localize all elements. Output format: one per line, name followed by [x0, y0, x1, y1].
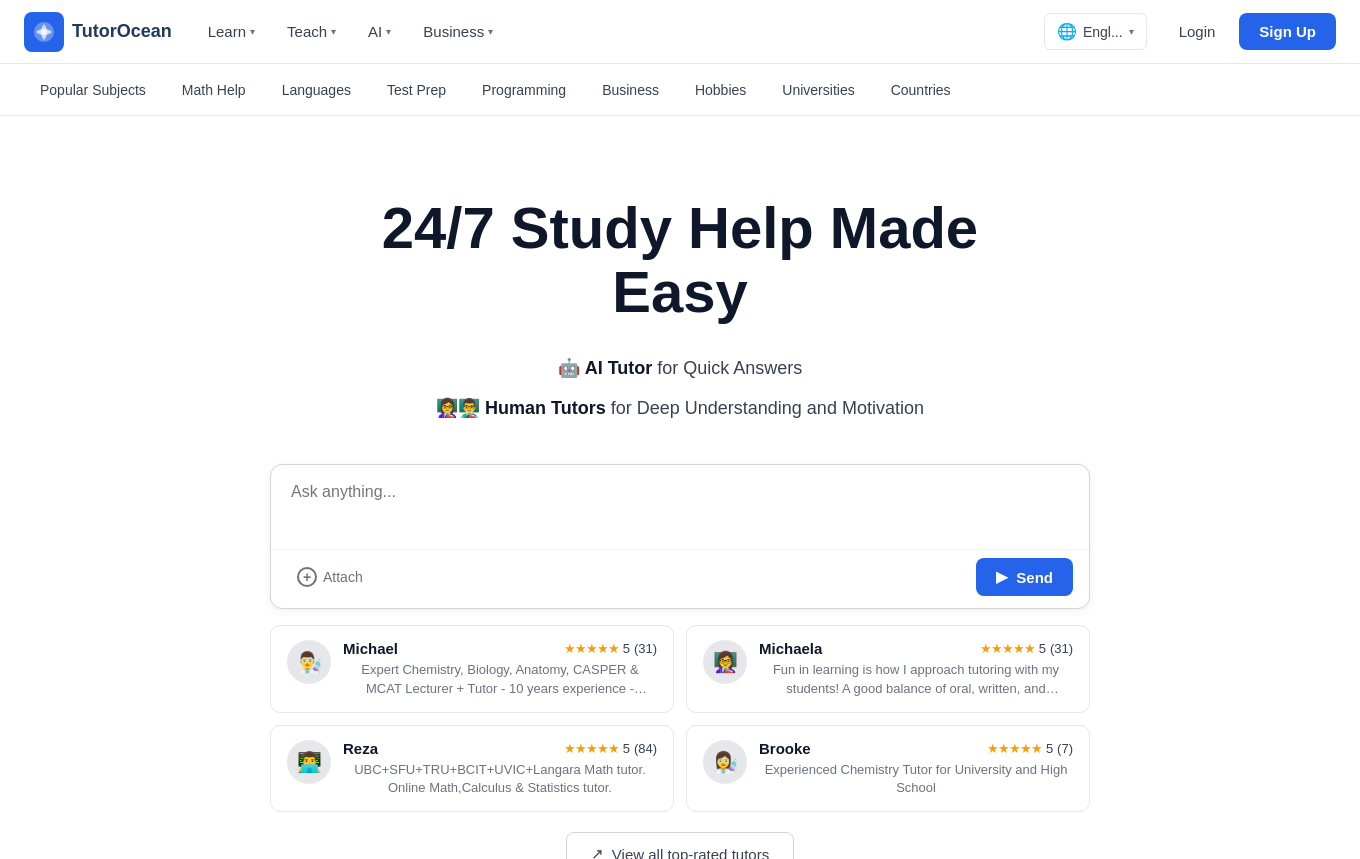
- attach-icon: +: [297, 567, 317, 587]
- star-icons: ★★★★★: [564, 641, 619, 656]
- tutor-rating: ★★★★★ 5 (31): [564, 641, 657, 656]
- tutor-card-michaela[interactable]: 👩‍🏫 Michaela ★★★★★ 5 (31) Fun in learnin…: [686, 625, 1090, 712]
- tutor-name: Michael: [343, 640, 398, 657]
- search-footer: + Attach ▶ Send: [271, 549, 1089, 608]
- chevron-down-icon: ▾: [488, 26, 493, 37]
- login-button[interactable]: Login: [1163, 15, 1232, 48]
- review-count: (31): [1050, 641, 1073, 656]
- avatar: 👩‍🔬: [703, 740, 747, 784]
- navbar: TutorOcean Learn ▾ Teach ▾ AI ▾ Business…: [0, 0, 1360, 64]
- chevron-down-icon: ▾: [386, 26, 391, 37]
- subnav-countries[interactable]: Countries: [875, 74, 967, 106]
- chevron-down-icon: ▾: [331, 26, 336, 37]
- tutor-desc: UBC+SFU+TRU+BCIT+UVIC+Langara Math tutor…: [343, 761, 657, 797]
- tutor-rating: ★★★★★ 5 (31): [980, 641, 1073, 656]
- search-input[interactable]: [271, 465, 1089, 545]
- view-all-container: ↗ View all top-rated tutors: [270, 832, 1090, 859]
- globe-icon: 🌐: [1057, 22, 1077, 41]
- language-selector[interactable]: 🌐 Engl... ▾: [1044, 13, 1147, 50]
- hero-subtitle-human: 👩‍🏫👨‍🏫 Human Tutors for Deep Understandi…: [436, 392, 924, 424]
- subnav-popular-subjects[interactable]: Popular Subjects: [24, 74, 162, 106]
- rating-score: 5: [623, 641, 630, 656]
- tutor-rating: ★★★★★ 5 (84): [564, 741, 657, 756]
- nav-ai[interactable]: AI ▾: [356, 15, 403, 48]
- view-all-tutors-button[interactable]: ↗ View all top-rated tutors: [566, 832, 794, 859]
- subnav-math-help[interactable]: Math Help: [166, 74, 262, 106]
- tutor-name: Michaela: [759, 640, 822, 657]
- tutors-grid: 👨‍🔬 Michael ★★★★★ 5 (31) Expert Chemistr…: [270, 625, 1090, 812]
- avatar: 👨‍🔬: [287, 640, 331, 684]
- subnav-test-prep[interactable]: Test Prep: [371, 74, 462, 106]
- tutor-name: Reza: [343, 740, 378, 757]
- chevron-down-icon: ▾: [1129, 26, 1134, 37]
- subnav-programming[interactable]: Programming: [466, 74, 582, 106]
- send-button[interactable]: ▶ Send: [976, 558, 1073, 596]
- tutor-card-reza[interactable]: 👨‍💻 Reza ★★★★★ 5 (84) UBC+SFU+TRU+BCIT+U…: [270, 725, 674, 812]
- review-count: (7): [1057, 741, 1073, 756]
- tutor-rating: ★★★★★ 5 (7): [987, 741, 1073, 756]
- send-icon: ▶: [996, 568, 1008, 586]
- nav-business[interactable]: Business ▾: [411, 15, 505, 48]
- star-icons: ★★★★★: [564, 741, 619, 756]
- hero-subtitle-ai: 🤖 AI Tutor for Quick Answers: [558, 352, 803, 384]
- rating-score: 5: [1046, 741, 1053, 756]
- tutor-desc: Expert Chemistry, Biology, Anatomy, CASP…: [343, 661, 657, 697]
- review-count: (84): [634, 741, 657, 756]
- subnav-business[interactable]: Business: [586, 74, 675, 106]
- subnav: Popular Subjects Math Help Languages Tes…: [0, 64, 1360, 116]
- chevron-down-icon: ▾: [250, 26, 255, 37]
- nav-teach[interactable]: Teach ▾: [275, 15, 348, 48]
- rating-score: 5: [1039, 641, 1046, 656]
- tutor-card-brooke[interactable]: 👩‍🔬 Brooke ★★★★★ 5 (7) Experienced Chemi…: [686, 725, 1090, 812]
- tutor-card-michael[interactable]: 👨‍🔬 Michael ★★★★★ 5 (31) Expert Chemistr…: [270, 625, 674, 712]
- tutor-desc: Fun in learning is how I approach tutori…: [759, 661, 1073, 697]
- hero-section: 24/7 Study Help Made Easy 🤖 AI Tutor for…: [0, 116, 1360, 859]
- avatar: 👨‍💻: [287, 740, 331, 784]
- logo-text: TutorOcean: [72, 21, 172, 42]
- search-box: + Attach ▶ Send: [270, 464, 1090, 609]
- external-link-icon: ↗: [591, 845, 604, 859]
- rating-score: 5: [623, 741, 630, 756]
- review-count: (31): [634, 641, 657, 656]
- tutor-desc: Experienced Chemistry Tutor for Universi…: [759, 761, 1073, 797]
- logo[interactable]: TutorOcean: [24, 12, 172, 52]
- tutor-name: Brooke: [759, 740, 811, 757]
- star-icons: ★★★★★: [987, 741, 1042, 756]
- subnav-languages[interactable]: Languages: [266, 74, 367, 106]
- subnav-universities[interactable]: Universities: [766, 74, 870, 106]
- nav-learn[interactable]: Learn ▾: [196, 15, 267, 48]
- signup-button[interactable]: Sign Up: [1239, 13, 1336, 50]
- avatar: 👩‍🏫: [703, 640, 747, 684]
- logo-icon: [24, 12, 64, 52]
- hero-title: 24/7 Study Help Made Easy: [330, 196, 1030, 324]
- star-icons: ★★★★★: [980, 641, 1035, 656]
- subnav-hobbies[interactable]: Hobbies: [679, 74, 762, 106]
- attach-button[interactable]: + Attach: [287, 561, 373, 593]
